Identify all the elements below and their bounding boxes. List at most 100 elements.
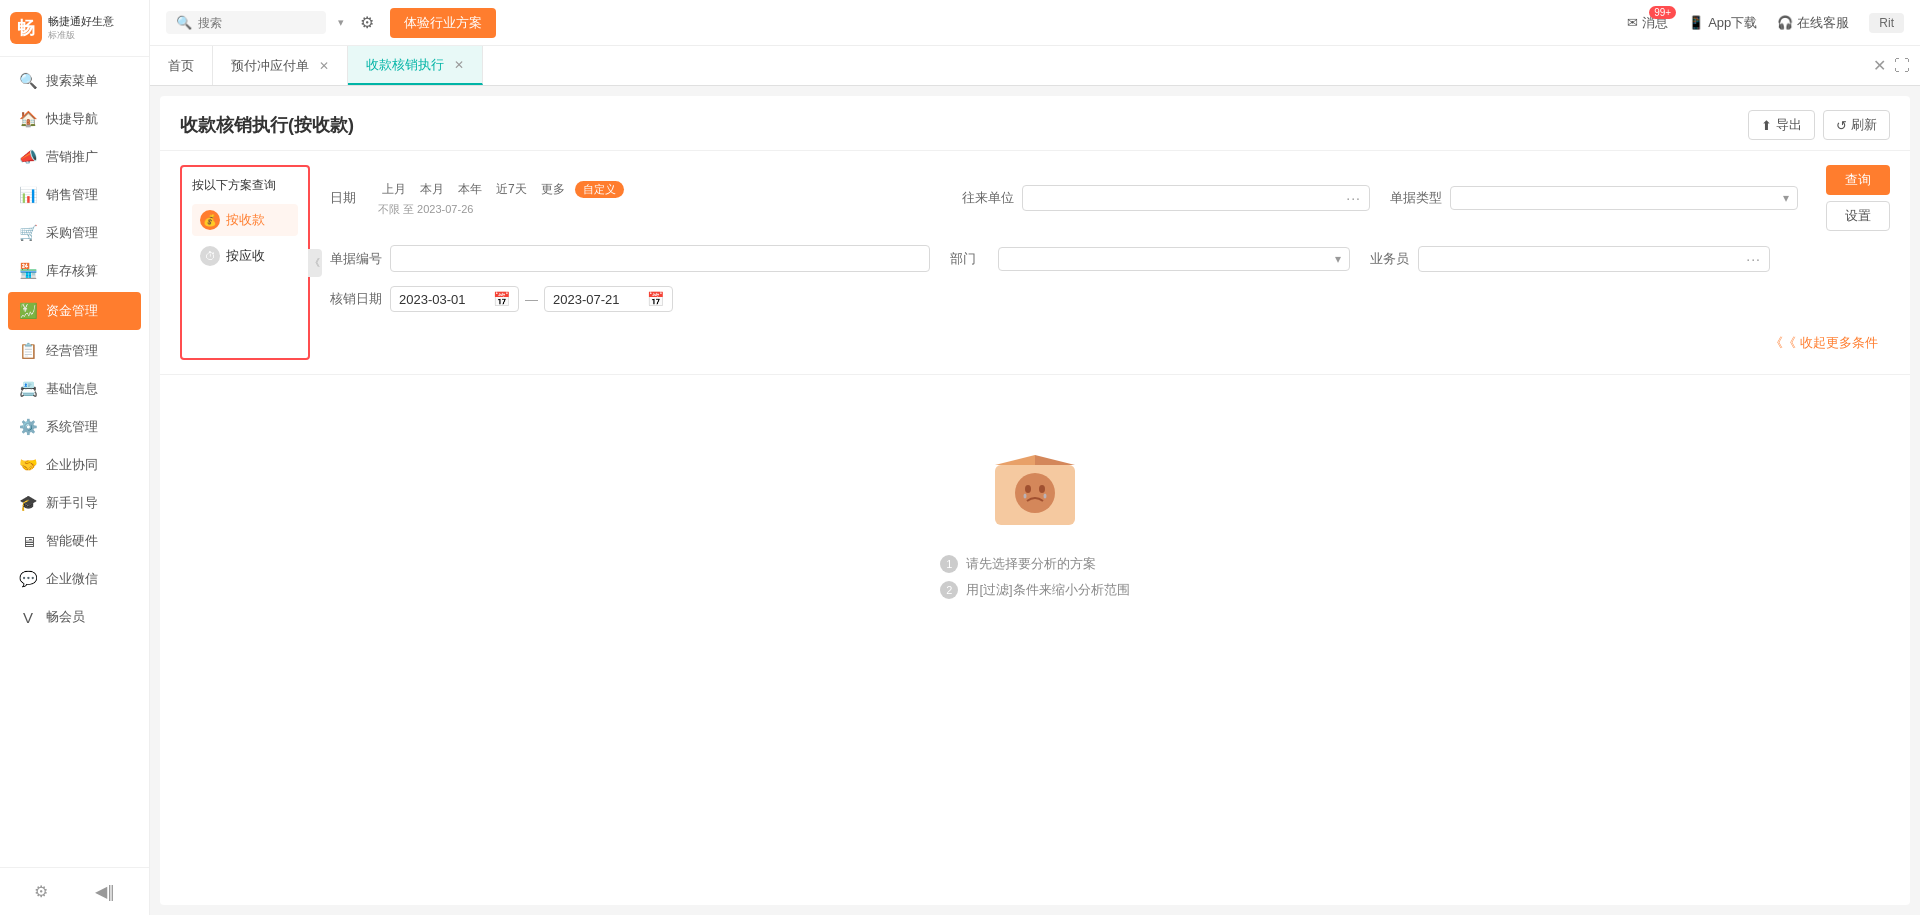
date-btn-this-year[interactable]: 本年 <box>454 179 486 200</box>
filter-option-receipt[interactable]: 💰 按收款 <box>192 204 298 236</box>
sidebar-item-marketing[interactable]: 📣 营销推广 <box>0 138 149 176</box>
sidebar-item-inventory[interactable]: 🏪 库存核算 <box>0 252 149 290</box>
collapse-more-button[interactable]: 《《 收起更多条件 <box>1758 330 1890 356</box>
sidebar-item-system[interactable]: ⚙️ 系统管理 <box>0 408 149 446</box>
sidebar-item-funds[interactable]: 💹 资金管理 <box>8 292 141 330</box>
funds-icon: 💹 <box>18 302 38 320</box>
sidebar-item-wechat[interactable]: 💬 企业微信 <box>0 560 149 598</box>
prepay-tab-label: 预付冲应付单 <box>231 57 309 75</box>
page-header: 收款核销执行(按收款) ⬆ 导出 ↺ 刷新 <box>160 96 1910 151</box>
collapse-more-section: 《《 收起更多条件 <box>330 326 1890 360</box>
writeoff-date-end-input[interactable] <box>553 292 643 307</box>
date-btn-last-month[interactable]: 上月 <box>378 179 410 200</box>
collapse-sidebar-btn[interactable]: ◀‖ <box>91 878 119 905</box>
date-custom-badge[interactable]: 自定义 <box>575 181 624 198</box>
search-icon: 🔍 <box>18 72 38 90</box>
sidebar-label-member: 畅会员 <box>46 608 85 626</box>
expand-tab-icon[interactable]: ⛶ <box>1894 57 1910 75</box>
sidebar: 畅 畅捷通好生意 标准版 🔍 搜索菜单 🏠 快捷导航 📣 营销推广 📊 销售管理… <box>0 0 150 915</box>
sidebar-item-quicknav[interactable]: 🏠 快捷导航 <box>0 100 149 138</box>
counterpart-filter-label: 往来单位 <box>962 189 1014 207</box>
export-button[interactable]: ⬆ 导出 <box>1748 110 1815 140</box>
calendar-start-icon[interactable]: 📅 <box>493 291 510 307</box>
salesperson-dots-icon: ··· <box>1746 251 1761 267</box>
dept-filter-label: 部门 <box>950 250 990 268</box>
sidebar-item-sales[interactable]: 📊 销售管理 <box>0 176 149 214</box>
sidebar-label-business: 经营管理 <box>46 342 98 360</box>
export-icon: ⬆ <box>1761 118 1772 133</box>
member-icon: V <box>18 609 38 626</box>
writeoff-date-end-wrap[interactable]: 📅 <box>544 286 673 312</box>
service-label: 在线客服 <box>1797 14 1849 32</box>
date-note: 不限 至 2023-07-26 <box>378 202 942 217</box>
sidebar-label-purchase: 采购管理 <box>46 224 98 242</box>
query-button[interactable]: 查询 <box>1826 165 1890 195</box>
date-btn-7days[interactable]: 近7天 <box>492 179 531 200</box>
tab-receipt[interactable]: 收款核销执行 ✕ <box>348 46 483 85</box>
filter-sidebar-collapse-btn[interactable]: 《 <box>308 249 322 277</box>
settings-bottom-icon[interactable]: ⚙ <box>30 878 52 905</box>
receipt-filter-label: 按收款 <box>226 211 265 229</box>
salesperson-filter-label: 业务员 <box>1370 250 1410 268</box>
counterpart-select[interactable]: ··· <box>1022 185 1370 211</box>
empty-hint-2: 2 用[过滤]条件来缩小分析范围 <box>940 581 1129 599</box>
topbar-search-box[interactable]: 🔍 <box>166 11 326 34</box>
sidebar-item-business[interactable]: 📋 经营管理 <box>0 332 149 370</box>
empty-svg <box>975 435 1095 535</box>
settings-button[interactable]: 设置 <box>1826 201 1890 231</box>
receipt-tab-close-icon[interactable]: ✕ <box>454 58 464 72</box>
filter-option-receivable[interactable]: ⏱ 按应收 <box>192 240 298 272</box>
writeoff-date-start-wrap[interactable]: 📅 <box>390 286 519 312</box>
sidebar-item-hardware[interactable]: 🖥 智能硬件 <box>0 522 149 560</box>
receivable-filter-icon: ⏱ <box>200 246 220 266</box>
date-btn-this-month[interactable]: 本月 <box>416 179 448 200</box>
hint-text-2: 用[过滤]条件来缩小分析范围 <box>966 581 1129 599</box>
topbar-right: ✉ 消息 99+ 📱 App下载 🎧 在线客服 Rit <box>1627 13 1904 33</box>
date-filter-label: 日期 <box>330 189 370 207</box>
wechat-icon: 💬 <box>18 570 38 588</box>
sidebar-item-member[interactable]: V 畅会员 <box>0 598 149 636</box>
user-account-button[interactable]: Rit <box>1869 13 1904 33</box>
dropdown-arrow-icon[interactable]: ▾ <box>338 16 344 29</box>
tab-prepay[interactable]: 预付冲应付单 ✕ <box>213 46 348 85</box>
tabbar-actions: ✕ ⛶ <box>1873 56 1920 75</box>
sidebar-item-enterprise[interactable]: 🤝 企业协同 <box>0 446 149 484</box>
app-download-button[interactable]: 📱 App下载 <box>1688 14 1757 32</box>
solution-button[interactable]: 体验行业方案 <box>390 8 496 38</box>
sidebar-label-marketing: 营销推广 <box>46 148 98 166</box>
date-btn-more[interactable]: 更多 <box>537 179 569 200</box>
refresh-button[interactable]: ↺ 刷新 <box>1823 110 1890 140</box>
sidebar-item-search[interactable]: 🔍 搜索菜单 <box>0 62 149 100</box>
sidebar-label-funds: 资金管理 <box>46 302 98 320</box>
counterpart-filter-field: 往来单位 ··· <box>962 185 1370 211</box>
dept-select[interactable]: ▾ <box>998 247 1350 271</box>
doc-type-select[interactable]: ▾ <box>1450 186 1798 210</box>
close-all-tabs-icon[interactable]: ✕ <box>1873 56 1886 75</box>
home-tab-label: 首页 <box>168 57 194 75</box>
salesperson-select[interactable]: ··· <box>1418 246 1770 272</box>
sidebar-item-basic[interactable]: 📇 基础信息 <box>0 370 149 408</box>
online-service-button[interactable]: 🎧 在线客服 <box>1777 14 1849 32</box>
search-input[interactable] <box>198 16 298 30</box>
counterpart-dots-icon: ··· <box>1346 190 1361 206</box>
message-button[interactable]: ✉ 消息 99+ <box>1627 14 1668 32</box>
guide-icon: 🎓 <box>18 494 38 512</box>
sidebar-item-guide[interactable]: 🎓 新手引导 <box>0 484 149 522</box>
calendar-end-icon[interactable]: 📅 <box>647 291 664 307</box>
tab-home[interactable]: 首页 <box>150 46 213 85</box>
dept-filter-field: 部门 ▾ <box>950 247 1350 271</box>
system-icon: ⚙️ <box>18 418 38 436</box>
megaphone-icon: 📣 <box>18 148 38 166</box>
collapse-more-icon: 《《 <box>1770 334 1796 352</box>
writeoff-date-start-input[interactable] <box>399 292 489 307</box>
app-name: 畅捷通好生意 <box>48 14 114 28</box>
doc-no-input[interactable] <box>390 245 930 272</box>
message-badge: 99+ <box>1649 6 1676 19</box>
dept-dropdown-icon: ▾ <box>1335 252 1341 266</box>
sidebar-item-purchase[interactable]: 🛒 采购管理 <box>0 214 149 252</box>
sidebar-label-wechat: 企业微信 <box>46 570 98 588</box>
sidebar-bottom: ⚙ ◀‖ <box>0 867 149 915</box>
prepay-tab-close-icon[interactable]: ✕ <box>319 59 329 73</box>
gear-icon-topbar[interactable]: ⚙ <box>360 13 374 32</box>
writeoff-date-filter-field: 核销日期 📅 — 📅 <box>330 286 939 312</box>
